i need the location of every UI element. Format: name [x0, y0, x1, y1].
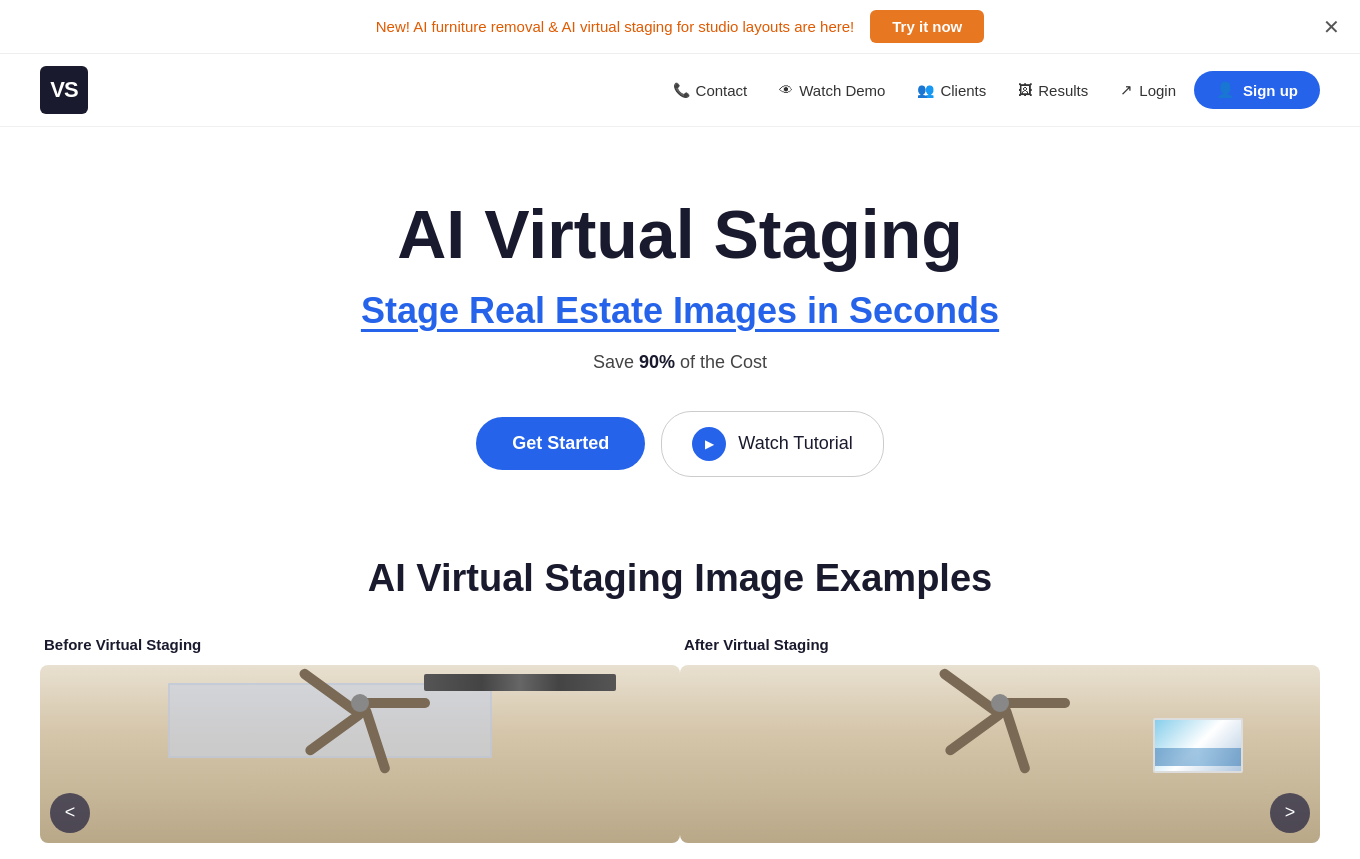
fan-blade-after-4 — [937, 667, 1000, 716]
clients-icon: 👥 — [917, 82, 934, 98]
navigation: VS 📞 Contact 👁 Watch Demo 👥 Clients 🖼 Re… — [0, 54, 1360, 127]
ceiling-fan-before — [270, 673, 450, 733]
nav-clients[interactable]: 👥 Clients — [903, 74, 1000, 107]
after-image — [680, 665, 1320, 843]
before-column: Before Virtual Staging — [40, 636, 680, 843]
fan-blade-1 — [360, 698, 430, 708]
fan-blade-2 — [360, 705, 391, 775]
get-started-button[interactable]: Get Started — [476, 417, 645, 470]
eye-icon: 👁 — [779, 82, 793, 98]
fan-center-after — [991, 694, 1009, 712]
fan-blade-after-2 — [1000, 705, 1031, 775]
fan-blade-after-3 — [943, 708, 1006, 757]
hero-section: AI Virtual Staging Stage Real Estate Ima… — [0, 127, 1360, 527]
fan-blade-4 — [297, 667, 360, 716]
hero-title: AI Virtual Staging — [20, 197, 1340, 272]
fan-blade-3 — [303, 708, 366, 757]
next-arrow-button[interactable]: > — [1270, 793, 1310, 833]
nav-contact[interactable]: 📞 Contact — [659, 74, 762, 107]
examples-section: AI Virtual Staging Image Examples Before… — [0, 527, 1360, 843]
hero-actions: Get Started ▶ Watch Tutorial — [20, 411, 1340, 477]
play-icon: ▶ — [692, 427, 726, 461]
hero-save-text: Save 90% of the Cost — [20, 352, 1340, 373]
signup-button[interactable]: 👤 Sign up — [1194, 71, 1320, 109]
prev-arrow-button[interactable]: < — [50, 793, 90, 833]
fan-center-before — [351, 694, 369, 712]
phone-icon: 📞 — [673, 82, 690, 98]
announcement-bar: New! AI furniture removal & AI virtual s… — [0, 0, 1360, 54]
examples-grid: Before Virtual Staging After Virtual Sta… — [40, 636, 1320, 843]
image-icon: 🖼 — [1018, 82, 1032, 98]
close-announcement-button[interactable]: ✕ — [1323, 17, 1340, 37]
before-label: Before Virtual Staging — [40, 636, 201, 653]
announcement-text: New! AI furniture removal & AI virtual s… — [376, 18, 855, 35]
ceiling-fan-after — [910, 673, 1090, 733]
nav-links: 📞 Contact 👁 Watch Demo 👥 Clients 🖼 Resul… — [659, 71, 1320, 109]
watch-tutorial-button[interactable]: ▶ Watch Tutorial — [661, 411, 883, 477]
logo[interactable]: VS — [40, 66, 88, 114]
login-button[interactable]: ↗ Login — [1106, 73, 1190, 107]
after-column: After Virtual Staging — [680, 636, 1320, 843]
nav-results[interactable]: 🖼 Results — [1004, 74, 1102, 107]
before-image — [40, 665, 680, 843]
examples-title: AI Virtual Staging Image Examples — [40, 557, 1320, 600]
try-it-button[interactable]: Try it now — [870, 10, 984, 43]
nav-watch-demo[interactable]: 👁 Watch Demo — [765, 74, 899, 107]
hero-subtitle: Stage Real Estate Images in Seconds — [20, 290, 1340, 332]
after-label: After Virtual Staging — [680, 636, 829, 653]
fan-blade-after-1 — [1000, 698, 1070, 708]
login-icon: ↗ — [1120, 81, 1133, 99]
user-icon: 👤 — [1216, 81, 1235, 99]
wall-art — [1153, 718, 1243, 773]
